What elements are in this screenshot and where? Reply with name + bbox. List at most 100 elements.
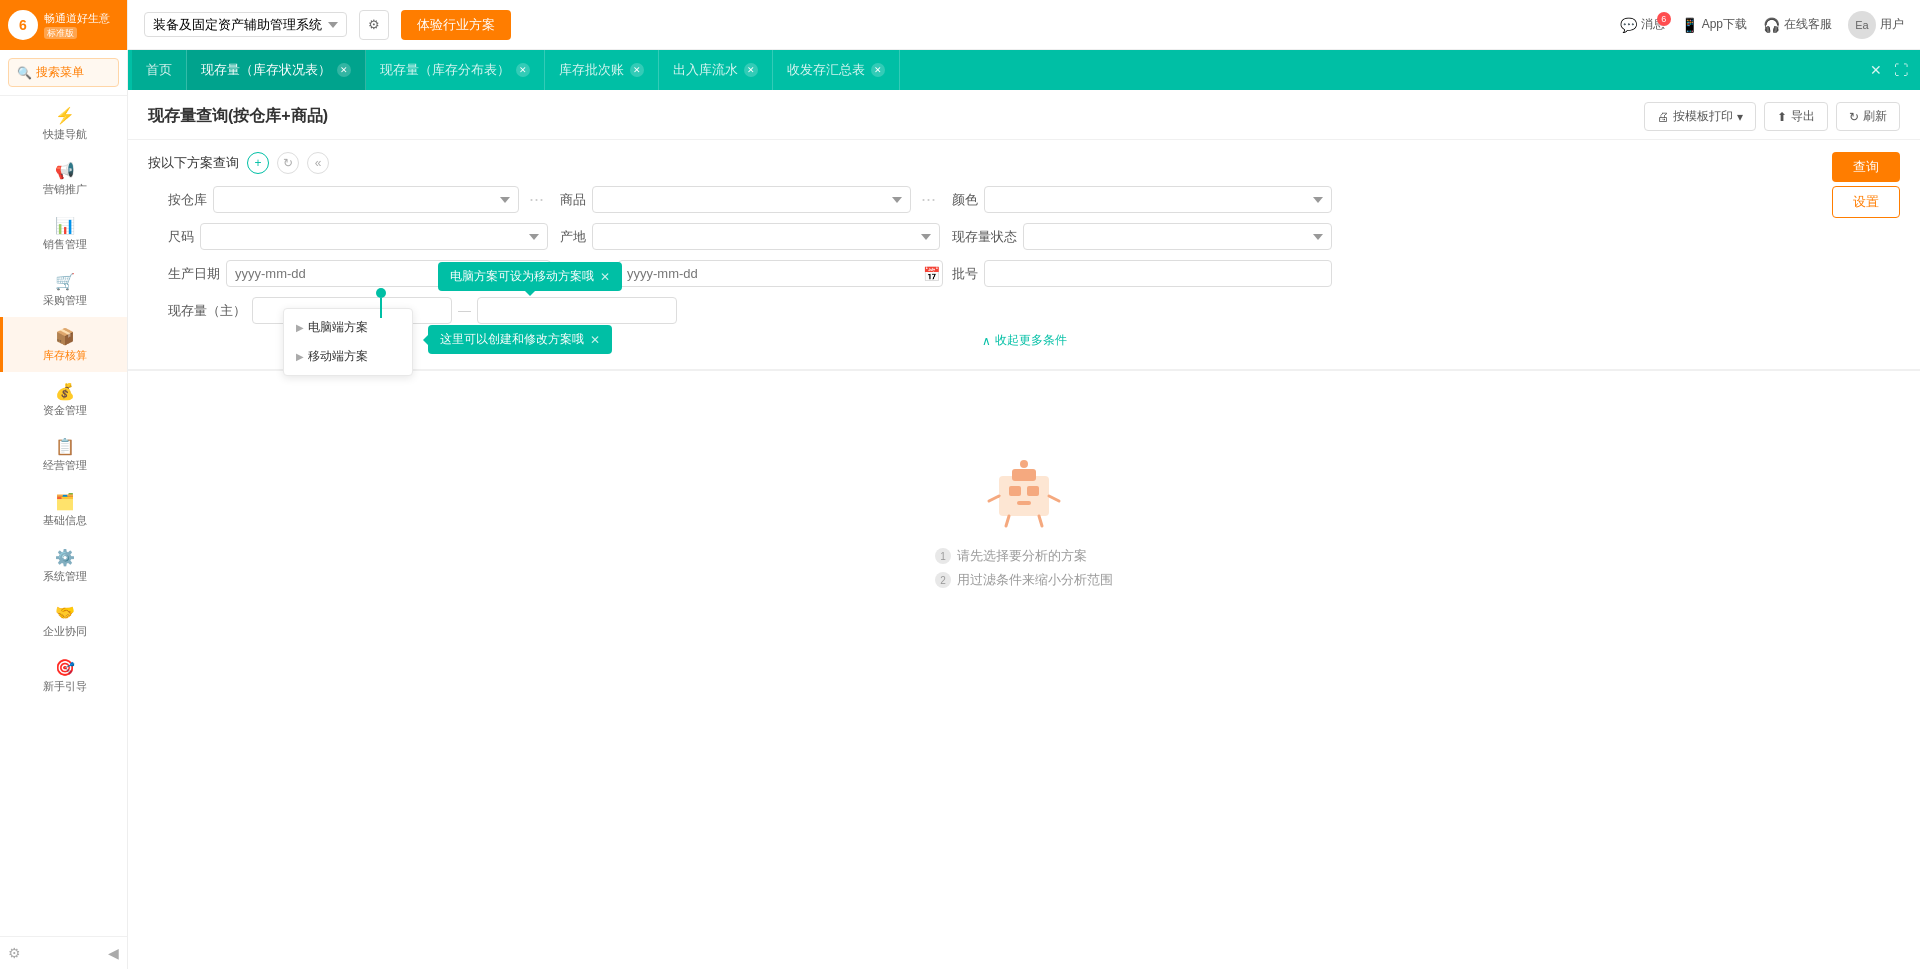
sidebar-item-operation[interactable]: 📋 经营管理 (0, 427, 127, 482)
page-title: 现存量查询(按仓库+商品) (148, 106, 328, 127)
filter-row-2: 尺码 产地 现存量状态 (168, 223, 1900, 250)
stock-status-select[interactable] (1023, 223, 1332, 250)
search-menu-button[interactable]: 🔍 搜索菜单 (8, 58, 119, 87)
tab-close-batch-ledger[interactable]: ✕ (630, 63, 644, 77)
sidebar: 6 畅通道好生意 标准版 🔍 搜索菜单 ⚡ 快捷导航 📢 营销推广 📊 销售管理… (0, 0, 128, 969)
filter-row-1: 按仓库 ··· 商品 ··· 颜色 (168, 186, 1900, 213)
filter-field-batch: 批号 (952, 260, 1332, 287)
batch-input[interactable] (984, 260, 1332, 287)
goods-more-icon[interactable]: ··· (917, 189, 940, 210)
system-icon: ⚙️ (55, 548, 75, 567)
scheme-tree-item-pc[interactable]: ▶ 电脑端方案 (284, 313, 412, 342)
page-header: 现存量查询(按仓库+商品) 🖨 按模板打印 ▾ ⬆ 导出 ↻ 刷新 (128, 90, 1920, 140)
tab-inventory-dist[interactable]: 现存量（库存分布表） ✕ (366, 50, 545, 90)
scheme-tooltip-1: 电脑方案可设为移动方案哦 ✕ (438, 262, 622, 291)
size-select[interactable] (200, 223, 548, 250)
expand-arrow-icon-2: ▶ (296, 351, 304, 362)
svg-rect-3 (1017, 501, 1031, 505)
sidebar-item-enterprise[interactable]: 🤝 企业协同 (0, 593, 127, 648)
online-support-button[interactable]: 🎧 在线客服 (1763, 16, 1832, 33)
sidebar-item-finance[interactable]: 💰 资金管理 (0, 372, 127, 427)
filter-field-stock-status: 现存量状态 (952, 223, 1332, 250)
tooltip-1-close[interactable]: ✕ (600, 270, 610, 284)
tab-close-receive-summary[interactable]: ✕ (871, 63, 885, 77)
system-select[interactable]: 装备及固定资产辅助管理系统 (144, 12, 347, 37)
fullscreen-button[interactable]: ⛶ (1890, 58, 1912, 82)
stock-main-to-input[interactable] (477, 297, 677, 324)
empty-state: 1 请先选择要分析的方案 2 用过滤条件来缩小分析范围 (128, 371, 1920, 675)
purchase-icon: 🛒 (55, 272, 75, 291)
scheme-tooltip-2: 这里可以创建和修改方案哦 ✕ (428, 325, 612, 354)
close-all-tabs-button[interactable]: ✕ (1866, 58, 1886, 82)
message-button[interactable]: 💬 消息 6 (1620, 16, 1665, 33)
scheme-tree-item-mobile[interactable]: ▶ 移动端方案 (284, 342, 412, 371)
export-button[interactable]: ⬆ 导出 (1764, 102, 1828, 131)
print-icon: 🖨 (1657, 110, 1669, 124)
tab-close-inventory-dist[interactable]: ✕ (516, 63, 530, 77)
sidebar-search-area: 🔍 搜索菜单 (0, 50, 127, 96)
logo-icon: 6 (8, 10, 38, 40)
sidebar-item-system[interactable]: ⚙️ 系统管理 (0, 538, 127, 593)
warehouse-more-icon[interactable]: ··· (525, 189, 548, 210)
refresh-icon: ↻ (1849, 110, 1859, 124)
sidebar-item-purchase[interactable]: 🛒 采购管理 (0, 262, 127, 317)
trial-button[interactable]: 体验行业方案 (401, 10, 511, 40)
sales-icon: 📊 (55, 216, 75, 235)
svg-rect-4 (1012, 469, 1036, 481)
sidebar-item-quicknav[interactable]: ⚡ 快捷导航 (0, 96, 127, 151)
tab-close-inventory-status[interactable]: ✕ (337, 63, 351, 77)
app-download-button[interactable]: 📱 App下载 (1681, 16, 1747, 33)
finance-icon: 💰 (55, 382, 75, 401)
sidebar-item-basic[interactable]: 🗂️ 基础信息 (0, 482, 127, 537)
filter-row-4: 现存量（主） — (168, 297, 1900, 324)
tab-receive-summary[interactable]: 收发存汇总表 ✕ (773, 50, 900, 90)
svg-rect-1 (1009, 486, 1021, 496)
filter-label: 按以下方案查询 (148, 154, 239, 172)
empty-state-tips: 1 请先选择要分析的方案 2 用过滤条件来缩小分析范围 (935, 547, 1113, 595)
filter-header: 按以下方案查询 + ↻ « (148, 152, 1900, 174)
reset-button[interactable]: 设置 (1832, 186, 1900, 218)
add-scheme-button[interactable]: + (247, 152, 269, 174)
refresh-scheme-button[interactable]: ↻ (277, 152, 299, 174)
sidebar-item-guide[interactable]: 🎯 新手引导 (0, 648, 127, 703)
tab-batch-ledger[interactable]: 库存批次账 ✕ (545, 50, 659, 90)
quicknav-icon: ⚡ (55, 106, 75, 125)
collapse-sidebar-button[interactable]: ◀ (108, 945, 119, 961)
content-inner: 现存量查询(按仓库+商品) 🖨 按模板打印 ▾ ⬆ 导出 ↻ 刷新 (128, 90, 1920, 969)
tab-inout-flow[interactable]: 出入库流水 ✕ (659, 50, 773, 90)
color-select[interactable] (984, 186, 1332, 213)
sidebar-item-inventory[interactable]: 📦 库存核算 (0, 317, 127, 372)
origin-select[interactable] (592, 223, 940, 250)
sidebar-bottom: ⚙ ◀ (0, 936, 127, 969)
sidebar-item-sales[interactable]: 📊 销售管理 (0, 206, 127, 261)
tab-close-inout-flow[interactable]: ✕ (744, 63, 758, 77)
inventory-icon: 📦 (55, 327, 75, 346)
settings-gear-button[interactable]: ⚙ (359, 10, 389, 40)
tab-home[interactable]: 首页 (132, 50, 187, 90)
calendar-icon-expire[interactable]: 📅 (923, 266, 940, 282)
filter-field-color: 颜色 (952, 186, 1332, 213)
template-print-button[interactable]: 🖨 按模板打印 ▾ (1644, 102, 1756, 131)
svg-line-7 (1049, 496, 1059, 501)
filter-field-warehouse: 按仓库 ··· (168, 186, 548, 213)
system-selector-area: 装备及固定资产辅助管理系统 (144, 12, 347, 37)
filter-field-size: 尺码 (168, 223, 548, 250)
topbar: 装备及固定资产辅助管理系统 ⚙ 体验行业方案 💬 消息 6 📱 App下载 🎧 … (128, 0, 1920, 50)
scheme-tree: ▶ 电脑端方案 ▶ 移动端方案 (283, 308, 413, 376)
svg-line-9 (1039, 516, 1042, 526)
back-scheme-button[interactable]: « (307, 152, 329, 174)
filter-field-origin: 产地 (560, 223, 940, 250)
filter-area: 查询 设置 按以下方案查询 + ↻ « 电脑方案可设为移动方案哦 ✕ (128, 140, 1920, 370)
query-button[interactable]: 查询 (1832, 152, 1900, 182)
settings-button[interactable]: ⚙ (8, 945, 21, 961)
tab-inventory-status[interactable]: 现存量（库存状况表） ✕ (187, 50, 366, 90)
expire-date-input[interactable] (618, 260, 943, 287)
refresh-button[interactable]: ↻ 刷新 (1836, 102, 1900, 131)
svg-line-8 (1006, 516, 1009, 526)
tooltip-2-close[interactable]: ✕ (590, 333, 600, 347)
user-menu-button[interactable]: Ea 用户 (1848, 11, 1904, 39)
sidebar-item-marketing[interactable]: 📢 营销推广 (0, 151, 127, 206)
guide-icon: 🎯 (55, 658, 75, 677)
goods-select[interactable] (592, 186, 911, 213)
warehouse-select[interactable] (213, 186, 519, 213)
